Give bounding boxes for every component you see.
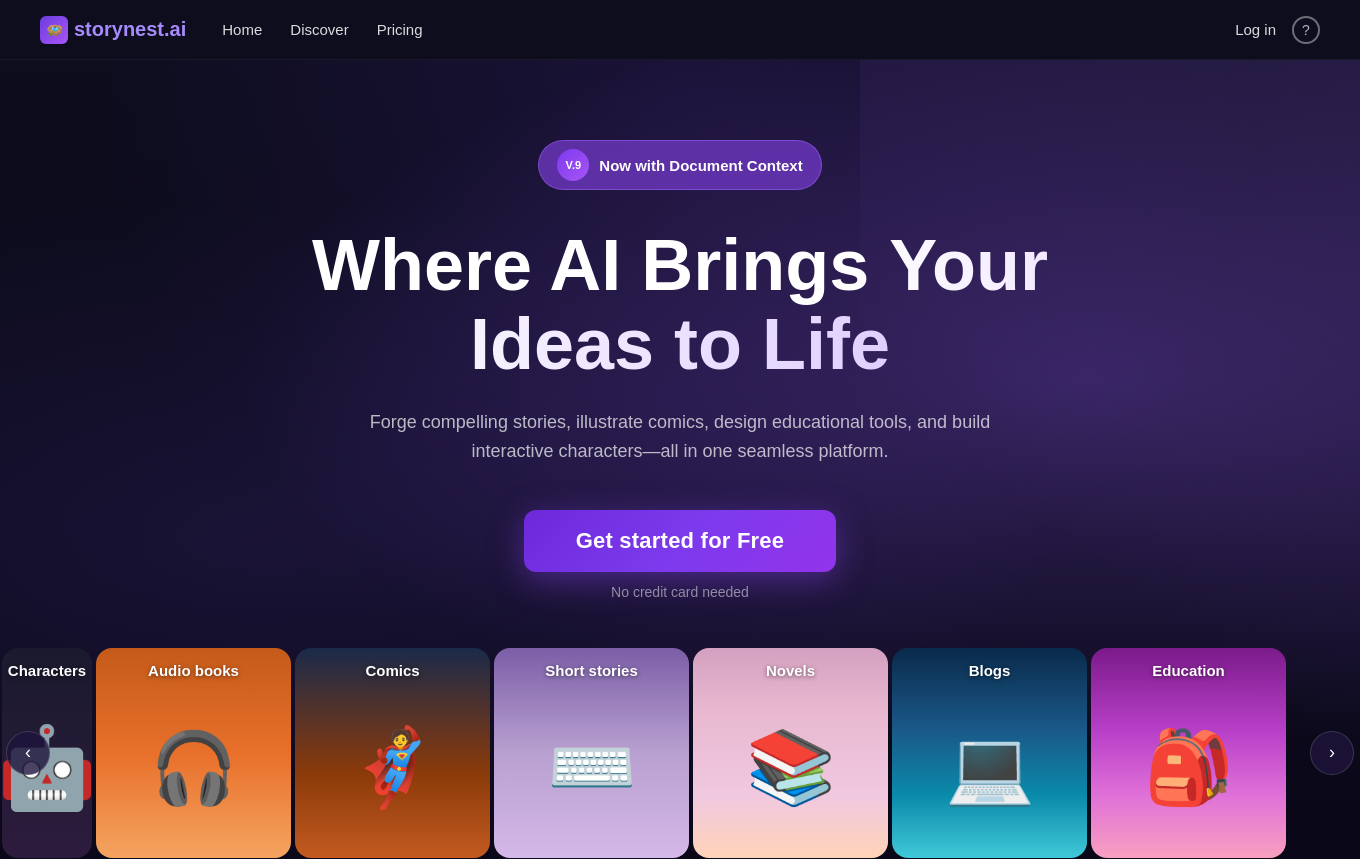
card-blogs[interactable]: Blogs 💻 bbox=[892, 648, 1087, 858]
card-comics-bg: Comics 🦸 bbox=[295, 648, 490, 858]
logo-icon: 🪺 bbox=[40, 16, 68, 44]
nav-link-home[interactable]: Home bbox=[222, 21, 262, 38]
card-novels-bg: Novels 📚 bbox=[693, 648, 888, 858]
logo-wordmark: storynest.ai bbox=[74, 18, 186, 41]
navbar: 🪺 storynest.ai Home Discover Pricing Log… bbox=[0, 0, 1360, 60]
card-shortstories-illustration: ⌨️ bbox=[494, 688, 689, 848]
card-blogs-label: Blogs bbox=[892, 662, 1087, 679]
cta-button[interactable]: Get started for Free bbox=[524, 510, 837, 572]
nav-left: 🪺 storynest.ai Home Discover Pricing bbox=[40, 16, 423, 44]
card-education-label: Education bbox=[1091, 662, 1286, 679]
card-audiobooks-bg: Audio books 🎧 bbox=[96, 648, 291, 858]
card-comics-label: Comics bbox=[295, 662, 490, 679]
chevron-left-icon: ‹ bbox=[25, 742, 31, 763]
card-shortstories-label: Short stories bbox=[494, 662, 689, 679]
card-comics-illustration: 🦸 bbox=[295, 688, 490, 848]
carousel: ‹ Characters 🤖 Audio books 🎧 Comic bbox=[0, 648, 1360, 858]
card-blogs-bg: Blogs 💻 bbox=[892, 648, 1087, 858]
no-cc-text: No credit card needed bbox=[611, 584, 749, 600]
card-shortstories-bg: Short stories ⌨️ bbox=[494, 648, 689, 858]
nav-item-home[interactable]: Home bbox=[222, 21, 262, 39]
card-audiobooks[interactable]: Audio books 🎧 bbox=[96, 648, 291, 858]
card-education-bg: Education 🎒 bbox=[1091, 648, 1286, 858]
card-audiobooks-illustration: 🎧 bbox=[96, 688, 291, 848]
carousel-next-button[interactable]: › bbox=[1310, 731, 1354, 775]
carousel-prev-button[interactable]: ‹ bbox=[6, 731, 50, 775]
login-button[interactable]: Log in bbox=[1235, 21, 1276, 38]
help-button[interactable]: ? bbox=[1292, 16, 1320, 44]
card-shortstories[interactable]: Short stories ⌨️ bbox=[494, 648, 689, 858]
badge-text: Now with Document Context bbox=[599, 157, 802, 174]
chevron-right-icon: › bbox=[1329, 742, 1335, 763]
logo[interactable]: 🪺 storynest.ai bbox=[40, 16, 186, 44]
card-audiobooks-label: Audio books bbox=[96, 662, 291, 679]
card-education-illustration: 🎒 bbox=[1091, 688, 1286, 848]
version-tag: V.9 bbox=[557, 149, 589, 181]
version-badge[interactable]: V.9 Now with Document Context bbox=[538, 140, 821, 190]
card-novels-illustration: 📚 bbox=[693, 688, 888, 848]
card-characters-label: Characters bbox=[2, 662, 92, 679]
hero-title: Where AI Brings Your Ideas to Life bbox=[230, 226, 1130, 384]
nav-links: Home Discover Pricing bbox=[222, 21, 422, 39]
card-comics[interactable]: Comics 🦸 bbox=[295, 648, 490, 858]
nav-item-pricing[interactable]: Pricing bbox=[377, 21, 423, 39]
nav-right: Log in ? bbox=[1235, 16, 1320, 44]
card-novels-label: Novels bbox=[693, 662, 888, 679]
card-novels[interactable]: Novels 📚 bbox=[693, 648, 888, 858]
nav-item-discover[interactable]: Discover bbox=[290, 21, 348, 39]
hero-section: V.9 Now with Document Context Where AI B… bbox=[0, 60, 1360, 858]
card-blogs-illustration: 💻 bbox=[892, 688, 1087, 848]
nav-link-discover[interactable]: Discover bbox=[290, 21, 348, 38]
card-education[interactable]: Education 🎒 bbox=[1091, 648, 1286, 858]
nav-link-pricing[interactable]: Pricing bbox=[377, 21, 423, 38]
carousel-track: Characters 🤖 Audio books 🎧 Comics 🦸 bbox=[0, 648, 1360, 858]
hero-title-plain: Where AI Brings bbox=[312, 225, 889, 305]
hero-subtitle: Forge compelling stories, illustrate com… bbox=[330, 408, 1030, 466]
